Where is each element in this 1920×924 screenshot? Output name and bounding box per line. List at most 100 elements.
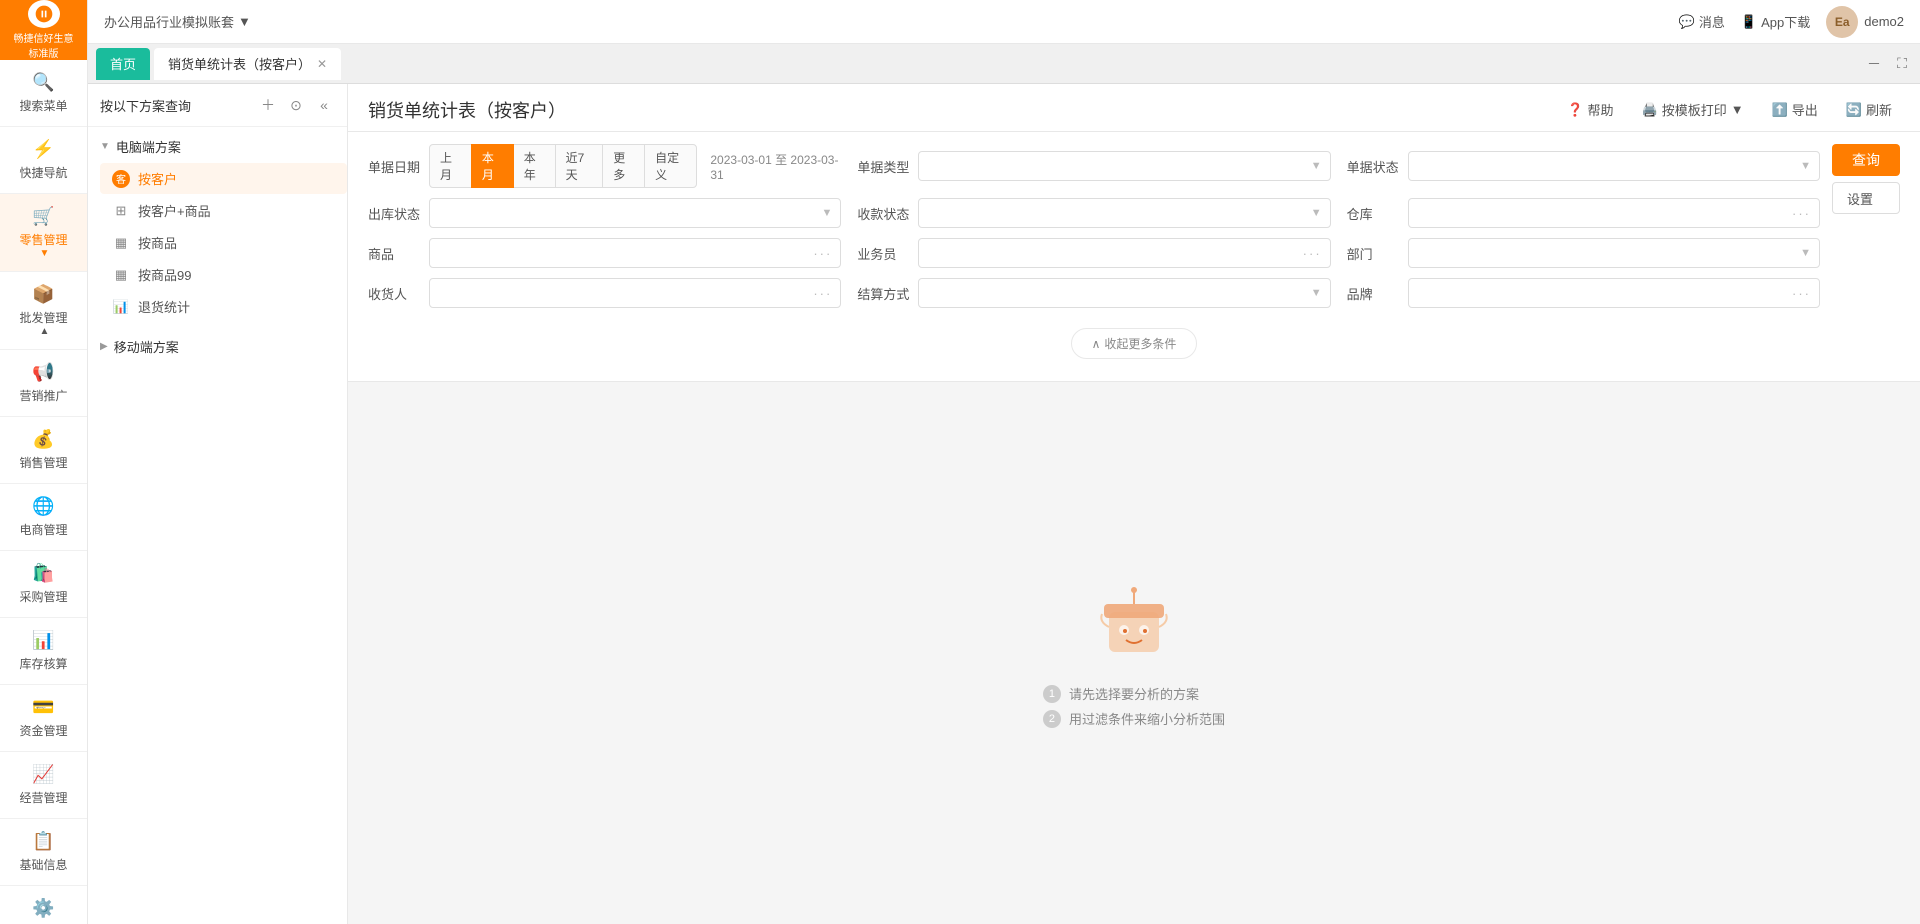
sidebar-item-wholesale[interactable]: 📦 批发管理 ▲ [0,272,87,350]
goods-input[interactable]: ··· [429,238,841,268]
maximize-btn[interactable]: ⛶ [1892,54,1912,74]
empty-tip-1: 1 请先选择要分析的方案 [1043,684,1225,703]
sidebar-item-finance[interactable]: 💳 资金管理 [0,685,87,752]
help-btn[interactable]: ❓ 帮助 [1559,96,1621,123]
salesperson-label: 业务员 [857,244,912,263]
out-status-label: 出库状态 [368,204,423,223]
step-1-text: 请先选择要分析的方案 [1069,684,1199,703]
sidebar-item-system[interactable]: ⚙️ 系统管理 [0,886,87,924]
settings-btn[interactable]: 设置 [1832,182,1900,214]
finance-icon: 💳 [32,697,54,718]
account-dropdown[interactable]: 办公用品行业模拟账套 ▼ [104,12,251,31]
tab-home-label: 首页 [110,54,136,73]
salesperson-dots: ··· [1303,246,1322,261]
edit-plan-btn[interactable]: ⊙ [285,94,307,116]
empty-tip-2: 2 用过滤条件来缩小分析范围 [1043,709,1225,728]
date-tab-this-year[interactable]: 本年 [513,144,556,188]
refresh-icon: 🔄 [1846,102,1862,118]
tab-sales-stats[interactable]: 销货单统计表（按客户） ✕ [154,48,341,80]
sidebar-item-marketing[interactable]: 📢 营销推广 [0,350,87,417]
plan-group-desktop: ▼ 电脑端方案 客 按客户 ⊞ 按客户+商品 ▦ 按商品 [88,127,347,327]
goods-icon: ▦ [112,234,130,252]
collect-status-input[interactable]: ▼ [918,198,1330,228]
date-tab-custom[interactable]: 自定义 [644,144,697,188]
export-btn[interactable]: ⬆️ 导出 [1764,96,1826,123]
mobile-group-label: 移动端方案 [114,337,179,356]
consignee-input[interactable]: ··· [429,278,841,308]
sidebar-item-basic[interactable]: 📋 基础信息 [0,819,87,886]
date-tab-last-7[interactable]: 近7天 [555,144,604,188]
date-filter: 上月 本月 本年 近7天 更多 自定义 [429,144,696,188]
date-tab-more[interactable]: 更多 [602,144,645,188]
sidebar-item-purchase[interactable]: 🛍️ 采购管理 [0,551,87,618]
collapse-btn[interactable]: ∧ 收起更多条件 [1071,328,1198,359]
sidebar-item-retail[interactable]: 🛒 零售管理 ▼ [0,194,87,272]
plan-group-mobile: ▶ 移动端方案 [88,327,347,366]
sidebar-item-sales[interactable]: 💰 销售管理 [0,417,87,484]
consignee-label: 收货人 [368,284,423,303]
message-label: 消息 [1699,12,1725,31]
sidebar-item-shortcuts[interactable]: ⚡ 快捷导航 [0,127,87,194]
date-tab-this-month[interactable]: 本月 [471,144,514,188]
plan-item-return-stats[interactable]: 📊 退货统计 [100,291,347,322]
sidebar-item-inventory[interactable]: 📊 库存核算 [0,618,87,685]
filter-fields: 单据日期 上月 本月 本年 近7天 更多 自定义 2023-03-01 至 20… [368,144,1820,318]
goods-99-icon: ▦ [112,266,130,284]
sidebar-item-shortcuts-label: 快捷导航 [19,164,67,181]
filter-main-row: 单据日期 上月 本月 本年 近7天 更多 自定义 2023-03-01 至 20… [368,144,1900,318]
sidebar-item-inventory-label: 库存核算 [19,655,67,672]
filter-date: 单据日期 上月 本月 本年 近7天 更多 自定义 2023-03-01 至 20… [368,144,841,188]
sidebar-item-ecommerce[interactable]: 🌐 电商管理 [0,484,87,551]
tab-close-btn[interactable]: ✕ [317,57,327,71]
warehouse-dots: ··· [1792,206,1811,221]
warehouse-input[interactable]: ··· [1408,198,1820,228]
doc-status-input[interactable]: ▼ [1408,151,1820,181]
date-tab-prev-month[interactable]: 上月 [429,144,472,188]
plan-item-by-customer-goods[interactable]: ⊞ 按客户+商品 [100,195,347,226]
avatar: Ea [1826,6,1858,38]
step-2-text: 用过滤条件来缩小分析范围 [1069,709,1225,728]
customer-icon: 客 [112,170,130,188]
minimize-btn[interactable]: － [1864,54,1884,74]
basic-icon: 📋 [32,831,54,852]
plan-item-by-goods-99[interactable]: ▦ 按商品99 [100,259,347,290]
dept-chevron: ▼ [1800,247,1811,259]
tab-home[interactable]: 首页 [96,48,150,80]
out-status-input[interactable]: ▼ [429,198,841,228]
app-download-btn[interactable]: 📱 App下载 [1741,12,1810,31]
plan-item-by-goods[interactable]: ▦ 按商品 [100,227,347,258]
mobile-group-header[interactable]: ▶ 移动端方案 [88,331,347,362]
desktop-group-header[interactable]: ▼ 电脑端方案 [88,131,347,162]
dept-input[interactable]: ▼ [1408,238,1820,268]
tab-bar: 首页 销货单统计表（按客户） ✕ － ⛶ [88,44,1920,84]
collapse-row: ∧ 收起更多条件 [368,318,1900,369]
template-print-btn[interactable]: 🖨️ 按模板打印 ▼ [1634,96,1752,123]
message-btn[interactable]: 💬 消息 [1679,12,1725,31]
page-title: 销货单统计表（按客户） [368,97,566,123]
filter-row-4: 收货人 ··· 结算方式 ▼ [368,278,1820,308]
plan-item-by-customer-label: 按客户 [138,169,177,188]
collect-status-chevron: ▼ [1311,207,1322,219]
salesperson-input[interactable]: ··· [918,238,1330,268]
avatar-text: Ea [1835,15,1850,29]
sidebar-item-sales-label: 销售管理 [19,454,67,471]
user-info[interactable]: Ea demo2 [1826,6,1904,38]
add-plan-btn[interactable]: ＋ [257,94,279,116]
brand-label: 品牌 [1347,284,1402,303]
export-label: 导出 [1792,100,1818,119]
brand-input[interactable]: ··· [1408,278,1820,308]
query-btn[interactable]: 查询 [1832,144,1900,176]
refresh-btn[interactable]: 🔄 刷新 [1838,96,1900,123]
collapse-label: 收起更多条件 [1104,335,1176,352]
app-logo: 畅捷信好生意 标准版 [0,0,88,60]
sidebar-item-operation[interactable]: 📈 经营管理 [0,752,87,819]
template-print-label: 按模板打印 [1662,100,1727,119]
doc-status-label: 单据状态 [1347,157,1402,176]
settlement-input[interactable]: ▼ [918,278,1330,308]
inventory-icon: 📊 [32,630,54,651]
doc-type-input[interactable]: ▼ [918,151,1330,181]
sidebar-item-search[interactable]: 🔍 搜索菜单 [0,60,87,127]
plan-item-by-customer[interactable]: 客 按客户 [100,163,347,194]
filter-dept: 部门 ▼ [1347,238,1820,268]
collapse-panel-btn[interactable]: « [313,94,335,116]
